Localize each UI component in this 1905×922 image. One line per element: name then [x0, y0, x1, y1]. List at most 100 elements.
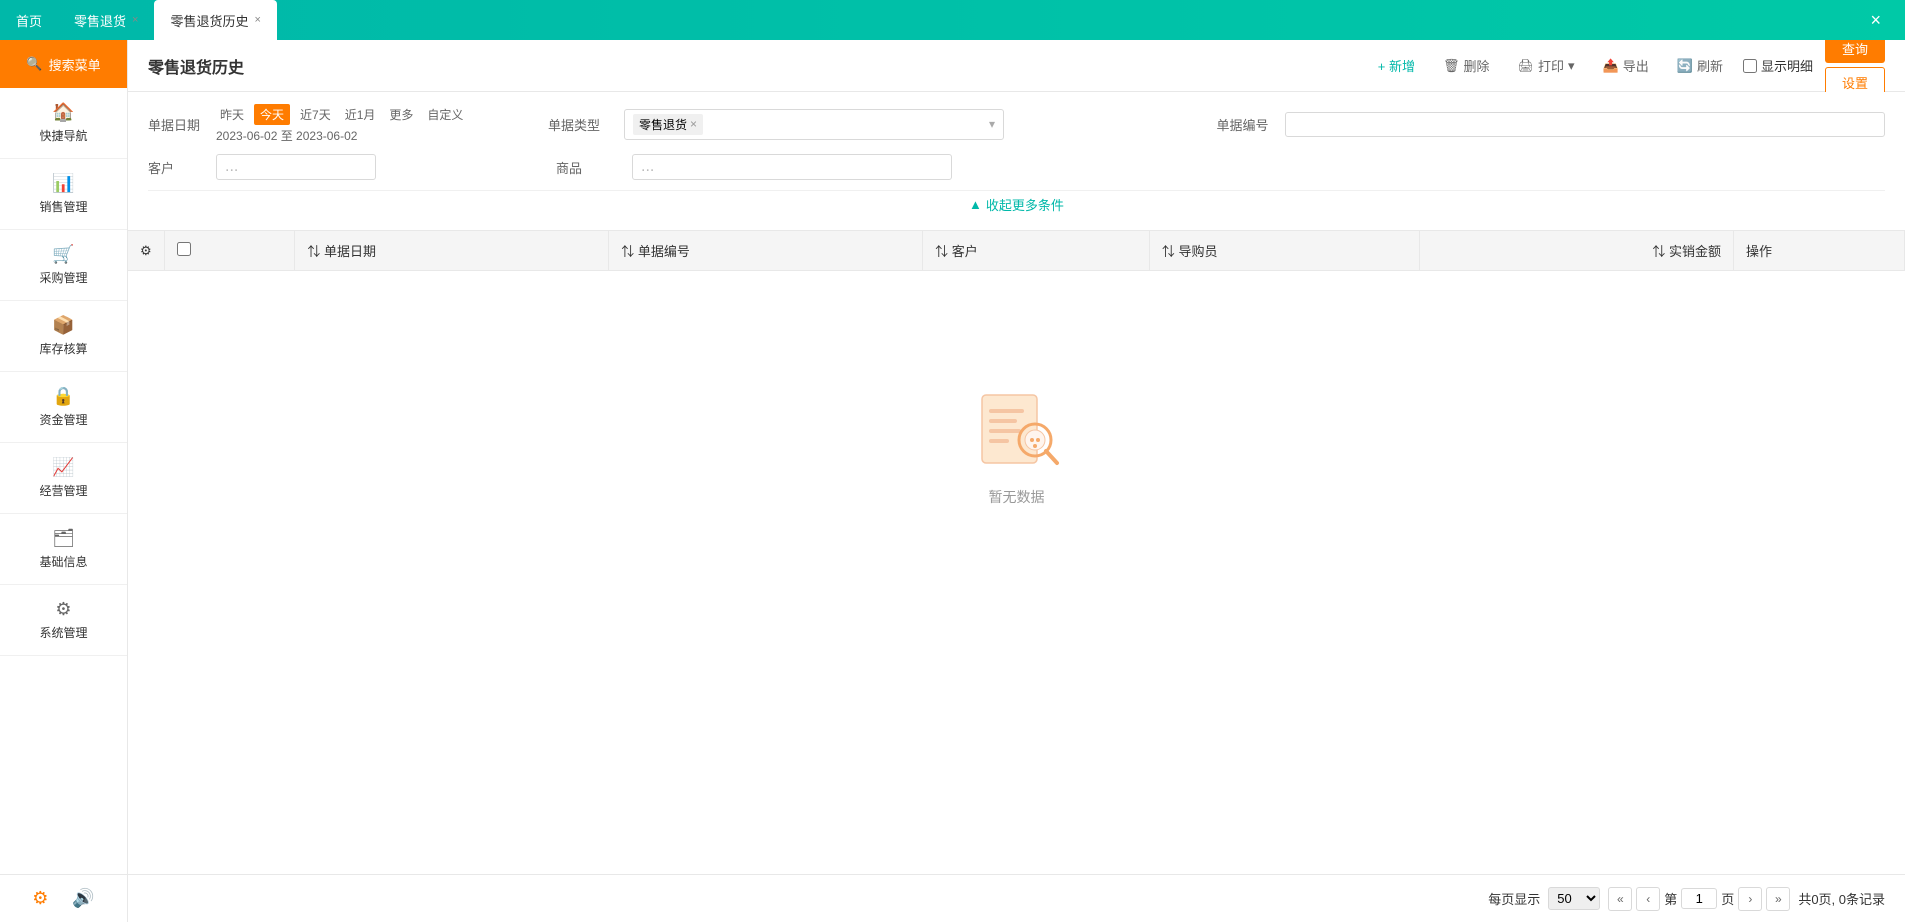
empty-icon — [967, 385, 1067, 475]
table-area: ⚙ ⇅ 单据日期 ⇅ 单据编号 ⇅ 客户 — [128, 231, 1905, 874]
refresh-icon: 🔄 — [1677, 58, 1693, 74]
data-table: ⚙ ⇅ 单据日期 ⇅ 单据编号 ⇅ 客户 — [128, 231, 1905, 271]
toolbar: + 新增 🗑 删除 🖨 打印 ▾ 📤 导出 🔄 刷新 — [1370, 40, 1885, 98]
window-close-button[interactable]: × — [1862, 10, 1889, 31]
column-number-sort: ⇅ — [621, 244, 638, 259]
add-button[interactable]: + 新增 — [1370, 52, 1423, 79]
date-btn-1month[interactable]: 近1月 — [341, 104, 380, 125]
tab-retail-return-history[interactable]: 零售退货历史 × — [154, 0, 276, 40]
delete-icon: 🗑 — [1443, 58, 1460, 74]
column-customer-text: 客户 — [952, 244, 978, 259]
page-input[interactable] — [1681, 888, 1717, 909]
print-button[interactable]: 🖨 打印 ▾ — [1510, 52, 1583, 79]
delete-label: 删除 — [1463, 56, 1489, 75]
customer-filter-label: 客户 — [148, 158, 208, 177]
page-suffix: 页 — [1721, 889, 1734, 908]
date-btn-more[interactable]: 更多 — [385, 104, 417, 125]
customer-filter-input[interactable]: ... — [216, 154, 376, 180]
filter-section-number: 单据编号 — [1217, 112, 1886, 137]
type-tag: 零售退货 × — [633, 114, 703, 135]
column-customer[interactable]: ⇅ 客户 — [923, 231, 1150, 271]
content-area: 零售退货历史 + 新增 🗑 删除 🖨 打印 ▾ 📤 导出 🔄 — [128, 40, 1905, 922]
sidebar-item-quick-nav-label: 快捷导航 — [39, 127, 87, 144]
date-btn-custom[interactable]: 自定义 — [423, 104, 467, 125]
basic-info-icon: 🗂 — [52, 528, 75, 549]
purchase-mgmt-icon: 🛒 — [52, 244, 74, 265]
column-date[interactable]: ⇅ 单据日期 — [295, 231, 609, 271]
export-button[interactable]: 📤 导出 — [1595, 52, 1657, 79]
prev-page-button[interactable]: ‹ — [1636, 887, 1660, 911]
column-guide-text: 导购员 — [1178, 244, 1217, 259]
show-detail-checkbox[interactable] — [1743, 59, 1757, 73]
type-tag-close[interactable]: × — [690, 117, 697, 131]
refresh-button[interactable]: 🔄 刷新 — [1669, 52, 1731, 79]
finance-icon: 🔒 — [52, 386, 74, 407]
column-date-label: ⇅ — [307, 244, 324, 259]
date-btn-7days[interactable]: 近7天 — [296, 104, 335, 125]
tab-retail-return-label: 零售退货 — [74, 11, 126, 30]
date-range-display: 2023-06-02 至 2023-06-02 — [216, 127, 467, 144]
select-all-checkbox[interactable] — [177, 242, 191, 256]
show-detail-label: 显示明细 — [1761, 56, 1813, 75]
print-chevron-icon: ▾ — [1568, 58, 1575, 74]
collapse-button[interactable]: ▲ 收起更多条件 — [148, 190, 1885, 218]
sidebar-item-sales-mgmt[interactable]: 📊 销售管理 — [0, 159, 127, 230]
sidebar-item-sales-mgmt-label: 销售管理 — [39, 198, 87, 215]
filter-row-2: 客户 ... 商品 ... — [148, 154, 1885, 180]
date-btn-today[interactable]: 今天 — [254, 104, 290, 125]
last-page-button[interactable]: » — [1766, 887, 1790, 911]
query-button[interactable]: 查询 — [1825, 40, 1885, 63]
operations-icon: 📈 — [52, 457, 74, 478]
per-page-select[interactable]: 50 10 20 100 — [1548, 887, 1600, 910]
export-label: 导出 — [1623, 56, 1649, 75]
filter-section-date: 单据日期 昨天 今天 近7天 近1月 更多 自定义 2023-06-02 至 2… — [148, 104, 548, 144]
sidebar-item-basic-info-label: 基础信息 — [39, 553, 87, 570]
column-action: 操作 — [1733, 231, 1904, 271]
volume-icon[interactable]: 🔊 — [72, 888, 94, 909]
sidebar-item-quick-nav[interactable]: 🏠 快捷导航 — [0, 88, 127, 159]
sidebar-item-basic-info[interactable]: 🗂 基础信息 — [0, 514, 127, 585]
settings-icon[interactable]: ⚙ — [32, 888, 48, 909]
tab-retail-return-close[interactable]: × — [132, 14, 138, 26]
sales-mgmt-icon: 📊 — [52, 173, 74, 194]
sidebar-footer: ⚙ 🔊 — [0, 874, 127, 922]
column-amount[interactable]: ⇅ 实销金额 — [1420, 231, 1734, 271]
sidebar-item-system[interactable]: ⚙ 系统管理 — [0, 585, 127, 656]
page-header: 零售退货历史 + 新增 🗑 删除 🖨 打印 ▾ 📤 导出 🔄 — [128, 40, 1905, 92]
column-number[interactable]: ⇅ 单据编号 — [609, 231, 923, 271]
tab-retail-return-history-label: 零售退货历史 — [170, 11, 248, 30]
filter-section-customer: 客户 ... — [148, 154, 548, 180]
sidebar-search[interactable]: 🔍 搜索菜单 — [0, 40, 127, 88]
delete-button[interactable]: 🗑 删除 — [1435, 52, 1498, 79]
date-buttons-group: 昨天 今天 近7天 近1月 更多 自定义 — [216, 104, 467, 125]
total-label: 共0页, 0条记录 — [1798, 889, 1885, 908]
sidebar-item-purchase-mgmt-label: 采购管理 — [39, 269, 87, 286]
refresh-label: 刷新 — [1697, 56, 1723, 75]
next-page-button[interactable]: › — [1738, 887, 1762, 911]
page-nav: « ‹ 第 页 › » — [1608, 887, 1790, 911]
type-select[interactable]: 零售退货 × ▾ — [624, 109, 1004, 140]
sidebar: 🔍 搜索菜单 🏠 快捷导航 📊 销售管理 🛒 采购管理 📦 库存核算 🔒 — [0, 40, 128, 922]
system-icon: ⚙ — [55, 599, 71, 620]
number-filter-input[interactable] — [1285, 112, 1886, 137]
tab-retail-return[interactable]: 零售退货 × — [58, 0, 154, 40]
sidebar-item-purchase-mgmt[interactable]: 🛒 采购管理 — [0, 230, 127, 301]
sidebar-item-finance[interactable]: 🔒 资金管理 — [0, 372, 127, 443]
goods-filter-label: 商品 — [556, 158, 616, 177]
sidebar-item-inventory[interactable]: 📦 库存核算 — [0, 301, 127, 372]
date-filter-wrapper: 昨天 今天 近7天 近1月 更多 自定义 2023-06-02 至 2023-0… — [216, 104, 467, 144]
date-btn-yesterday[interactable]: 昨天 — [216, 104, 248, 125]
column-settings[interactable]: ⚙ — [128, 231, 164, 271]
main-layout: 🔍 搜索菜单 🏠 快捷导航 📊 销售管理 🛒 采购管理 📦 库存核算 🔒 — [0, 40, 1905, 922]
print-icon: 🖨 — [1518, 58, 1535, 74]
column-amount-text: 实销金额 — [1669, 244, 1721, 259]
sidebar-item-operations[interactable]: 📈 经营管理 — [0, 443, 127, 514]
sidebar-item-system-label: 系统管理 — [39, 624, 87, 641]
first-page-button[interactable]: « — [1608, 887, 1632, 911]
column-guide[interactable]: ⇅ 导购员 — [1149, 231, 1419, 271]
tab-home[interactable]: 首页 — [0, 0, 58, 40]
sidebar-item-inventory-label: 库存核算 — [39, 340, 87, 357]
column-amount-sort: ⇅ — [1652, 244, 1669, 259]
tab-retail-return-history-close[interactable]: × — [254, 14, 260, 26]
goods-filter-input[interactable]: ... — [632, 154, 952, 180]
